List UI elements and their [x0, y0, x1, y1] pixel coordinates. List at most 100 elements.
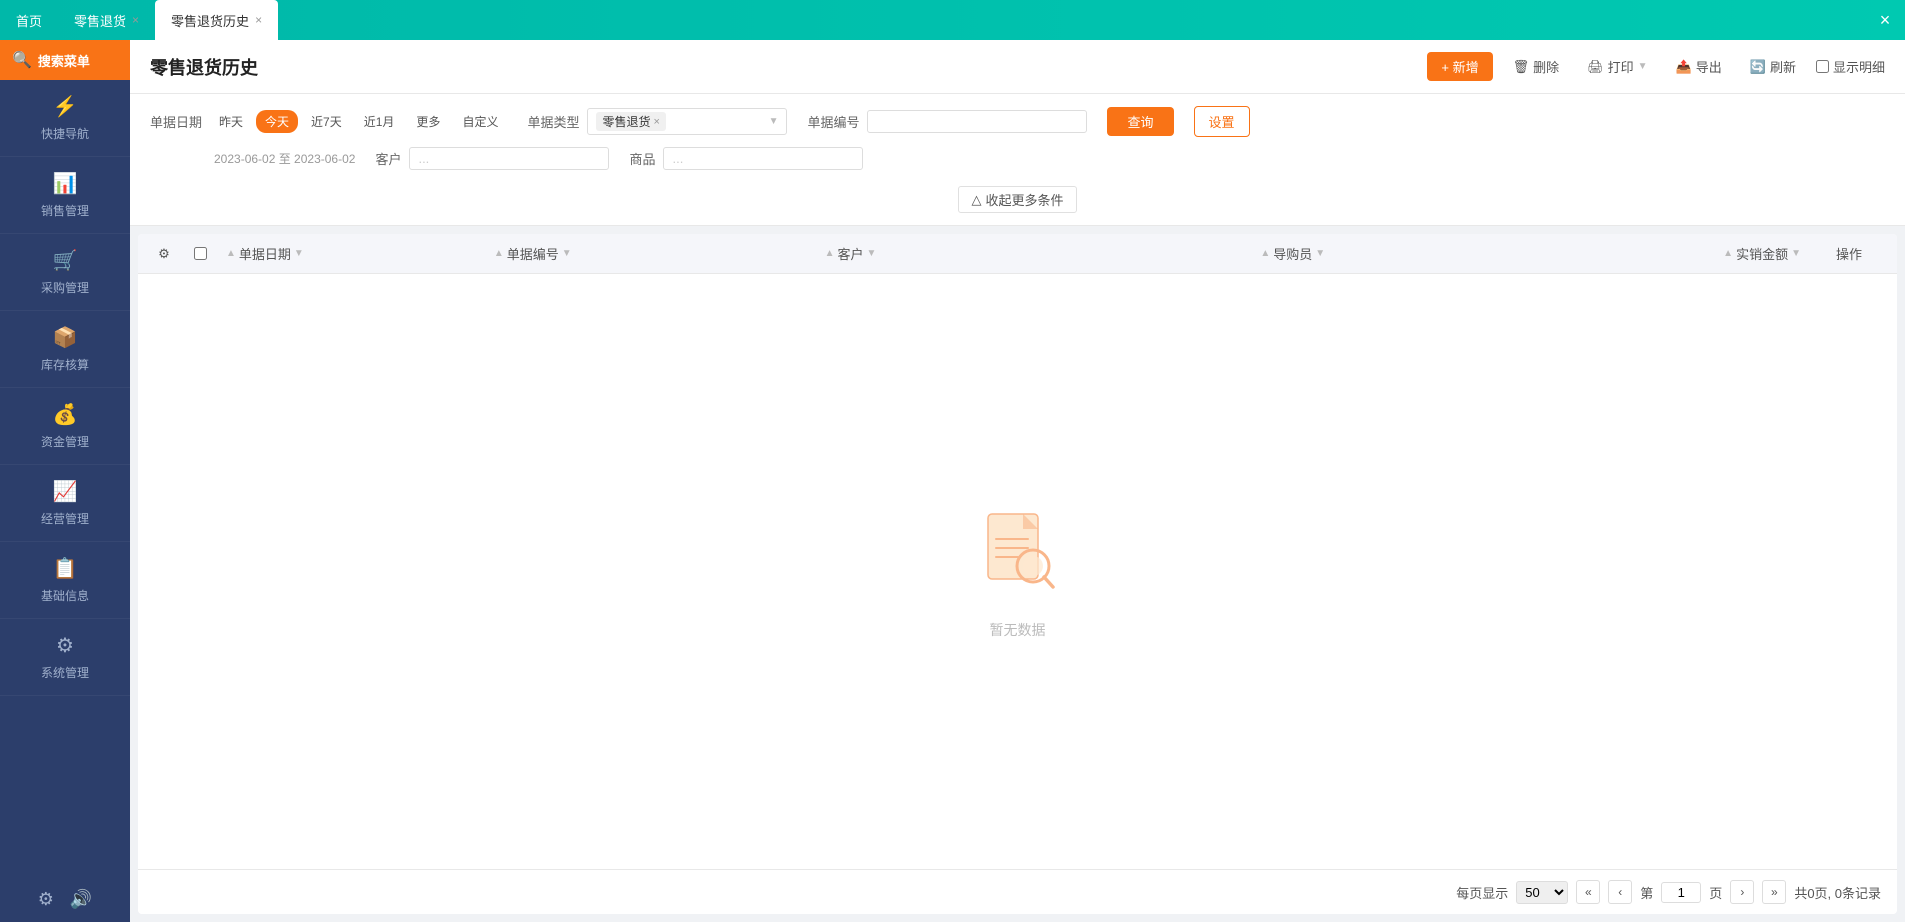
th-customer[interactable]: ▲ 客户 ▼ — [817, 244, 1253, 263]
goods-placeholder: ... — [672, 151, 683, 166]
select-all-checkbox[interactable] — [194, 247, 207, 260]
date-btn-more[interactable]: 更多 — [407, 110, 449, 133]
sidebar-item-sales-label: 销售管理 — [41, 202, 89, 219]
first-page-button[interactable]: « — [1576, 880, 1600, 904]
date-btn-today[interactable]: 今天 — [256, 110, 298, 133]
tab-home[interactable]: 首页 — [0, 0, 58, 40]
type-filter: 单据类型 零售退货 × ▼ — [527, 108, 787, 135]
date-btn-7days[interactable]: 近7天 — [302, 110, 351, 133]
type-tag-remove[interactable]: × — [653, 116, 659, 128]
sidebar-item-finance-label: 资金管理 — [41, 433, 89, 450]
sidebar-bottom: ⚙ 🔊 — [0, 877, 130, 922]
topbar-tabs: 首页 零售退货 × 零售退货历史 × — [0, 0, 1865, 40]
sidebar-item-basic-info[interactable]: 📋 基础信息 — [0, 542, 130, 619]
per-page-select[interactable]: 50 20 100 — [1516, 881, 1568, 904]
sidebar-item-system-label: 系统管理 — [41, 664, 89, 681]
type-select[interactable]: 零售退货 × ▼ — [587, 108, 787, 135]
finance-icon: 💰 — [53, 402, 78, 427]
sidebar-item-purchase[interactable]: 🛒 采购管理 — [0, 234, 130, 311]
filter-area: 单据日期 昨天 今天 近7天 近1月 更多 自定义 单据类型 — [130, 94, 1905, 226]
toolbar: + 新增 🗑 删除 🖨 打印 ▼ 📤 导出 🔄 — [1427, 52, 1885, 81]
date-btn-1month[interactable]: 近1月 — [355, 110, 404, 133]
sidebar-item-inventory[interactable]: 📦 库存核算 — [0, 311, 130, 388]
tab-retail-return-history-label: 零售退货历史 — [171, 11, 249, 30]
th-number[interactable]: ▲ 单据编号 ▼ — [486, 244, 817, 263]
date-range-text: 2023-06-02 至 2023-06-02 — [214, 150, 355, 167]
sidebar-item-quick-nav-label: 快捷导航 — [41, 125, 89, 142]
th-checkbox[interactable] — [182, 247, 218, 260]
sort-down-icon4: ▼ — [1315, 248, 1325, 259]
sort-up-icon: ▲ — [226, 248, 236, 259]
quick-nav-icon: ⚡ — [53, 94, 78, 119]
settings-bottom-icon[interactable]: ⚙ — [38, 889, 54, 910]
empty-text: 暂无数据 — [990, 620, 1046, 640]
prev-page-button[interactable]: ‹ — [1608, 880, 1632, 904]
type-tag: 零售退货 × — [596, 112, 665, 131]
sidebar-item-finance[interactable]: 💰 资金管理 — [0, 388, 130, 465]
delete-icon: 🗑 — [1513, 59, 1530, 75]
purchase-icon: 🛒 — [53, 248, 78, 273]
th-amount[interactable]: ▲ 实销金额 ▼ — [1583, 244, 1809, 263]
query-button[interactable]: 查询 — [1107, 107, 1173, 136]
page-title: 零售退货历史 — [150, 54, 258, 80]
window-close-button[interactable]: × — [1865, 0, 1905, 40]
page-title-row: 零售退货历史 + 新增 🗑 删除 🖨 打印 ▼ 📤 导出 — [150, 52, 1885, 81]
main-layout: 🔍 搜索菜单 ⚡ 快捷导航 📊 销售管理 🛒 采购管理 📦 库存核算 💰 资金管… — [0, 40, 1905, 922]
date-filter: 单据日期 昨天 今天 近7天 近1月 更多 自定义 — [150, 110, 507, 133]
filter-row-1: 单据日期 昨天 今天 近7天 近1月 更多 自定义 单据类型 — [150, 106, 1885, 137]
th-settings[interactable]: ⚙ — [146, 246, 182, 262]
refresh-label: 刷新 — [1770, 57, 1796, 76]
sidebar-item-sales[interactable]: 📊 销售管理 — [0, 157, 130, 234]
sidebar-item-inventory-label: 库存核算 — [41, 356, 89, 373]
more-filters-row: △ 收起更多条件 — [150, 180, 1885, 213]
settings-button[interactable]: 设置 — [1194, 106, 1250, 137]
number-filter-label: 单据编号 — [807, 112, 859, 131]
refresh-button[interactable]: 🔄 刷新 — [1742, 53, 1804, 80]
delete-button[interactable]: 🗑 删除 — [1505, 53, 1568, 80]
export-button[interactable]: 📤 导出 — [1668, 53, 1730, 80]
tab-retail-return[interactable]: 零售退货 × — [58, 0, 155, 40]
table-container: ⚙ ▲ 单据日期 ▼ ▲ 单据编号 ▼ ▲ 客户 ▼ — [138, 234, 1897, 914]
print-button[interactable]: 🖨 打印 ▼ — [1579, 53, 1655, 80]
add-button[interactable]: + 新增 — [1427, 52, 1492, 81]
date-btn-yesterday[interactable]: 昨天 — [210, 110, 252, 133]
number-input[interactable] — [867, 110, 1087, 133]
th-date-label: 单据日期 — [239, 244, 291, 263]
type-filter-label: 单据类型 — [527, 112, 579, 131]
tab-retail-return-history[interactable]: 零售退货历史 × — [155, 0, 278, 40]
page-header: 零售退货历史 + 新增 🗑 删除 🖨 打印 ▼ 📤 导出 — [130, 40, 1905, 94]
settings-icon: ⚙ — [158, 246, 170, 262]
th-guide-label: 导购员 — [1273, 244, 1312, 263]
sort-down-icon2: ▼ — [562, 248, 572, 259]
per-page-label: 每页显示 — [1456, 883, 1508, 902]
sidebar-item-operations-label: 经营管理 — [41, 510, 89, 527]
sidebar-item-quick-nav[interactable]: ⚡ 快捷导航 — [0, 80, 130, 157]
tab-retail-return-close[interactable]: × — [132, 14, 139, 26]
volume-bottom-icon[interactable]: 🔊 — [70, 889, 92, 910]
sidebar-search-label: 搜索菜单 — [38, 51, 90, 70]
empty-illustration — [968, 504, 1068, 604]
sidebar-item-operations[interactable]: 📈 经营管理 — [0, 465, 130, 542]
th-guide[interactable]: ▲ 导购员 ▼ — [1252, 244, 1583, 263]
show-detail-checkbox[interactable] — [1816, 60, 1829, 73]
page-input[interactable] — [1661, 882, 1701, 903]
sidebar-item-system[interactable]: ⚙ 系统管理 — [0, 619, 130, 696]
inventory-icon: 📦 — [53, 325, 78, 350]
topbar: 首页 零售退货 × 零售退货历史 × × — [0, 0, 1905, 40]
collapse-button[interactable]: △ 收起更多条件 — [958, 186, 1076, 213]
next-page-button[interactable]: › — [1730, 880, 1754, 904]
customer-select[interactable]: ... — [409, 147, 609, 170]
sidebar-search[interactable]: 🔍 搜索菜单 — [0, 40, 130, 80]
basic-info-icon: 📋 — [53, 556, 78, 581]
show-detail-label: 显示明细 — [1833, 57, 1885, 76]
goods-select[interactable]: ... — [663, 147, 863, 170]
sidebar-item-basic-info-label: 基础信息 — [41, 587, 89, 604]
tab-home-label: 首页 — [16, 11, 42, 30]
print-icon: 🖨 — [1587, 59, 1604, 75]
th-date[interactable]: ▲ 单据日期 ▼ — [218, 244, 486, 263]
sort-up-icon2: ▲ — [494, 248, 504, 259]
tab-retail-return-history-close[interactable]: × — [255, 14, 262, 26]
last-page-button[interactable]: » — [1762, 880, 1786, 904]
date-btn-custom[interactable]: 自定义 — [453, 110, 507, 133]
sales-icon: 📊 — [53, 171, 78, 196]
